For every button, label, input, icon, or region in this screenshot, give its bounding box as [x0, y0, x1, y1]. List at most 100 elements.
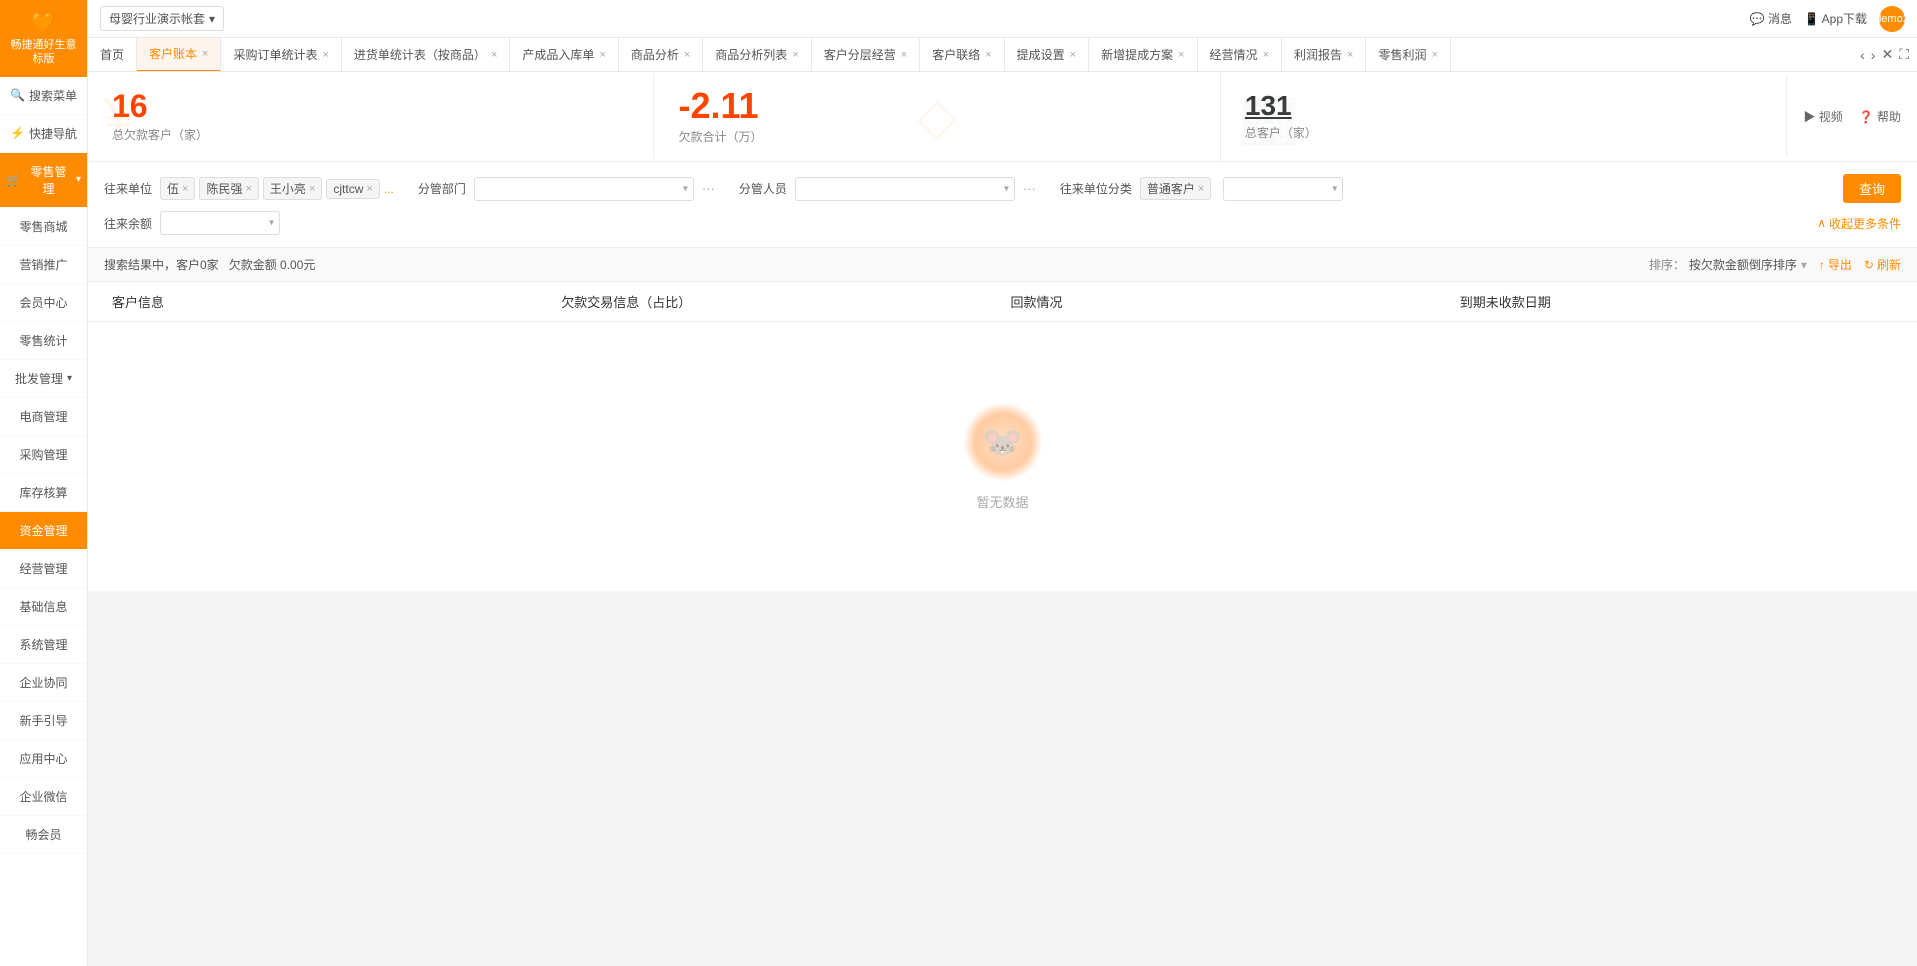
sidebar-item-marketing[interactable]: 营销推广	[0, 246, 87, 284]
category-select-wrap	[1223, 177, 1343, 201]
close-icon[interactable]: ×	[985, 49, 991, 61]
scroll-left-icon[interactable]: ‹	[1860, 47, 1865, 63]
close-icon[interactable]: ×	[202, 48, 208, 60]
remove-tag-wang[interactable]: ×	[309, 183, 315, 195]
sidebar-item-retail-stats[interactable]: 零售统计	[0, 322, 87, 360]
avatar[interactable]: demo2	[1879, 6, 1905, 32]
sort-value-button[interactable]: 按欠款金额倒序排序	[1689, 256, 1797, 273]
tab-customer-ledger[interactable]: 客户账本 ×	[137, 38, 221, 72]
sidebar-item-ecommerce[interactable]: 电商管理	[0, 398, 87, 436]
video-help-button[interactable]: ▶ 视频	[1803, 108, 1842, 125]
tab-profit-report[interactable]: 利润报告 ×	[1282, 38, 1366, 72]
tab-retail-profit[interactable]: 零售利润 ×	[1366, 38, 1450, 72]
dept-select[interactable]	[474, 177, 694, 201]
sidebar-item-wholesale[interactable]: 批发管理 ▾	[0, 360, 87, 398]
close-icon[interactable]: ×	[1070, 49, 1076, 61]
stat-value-amount: -2.11	[678, 88, 758, 124]
balance-select[interactable]	[160, 211, 280, 235]
close-icon[interactable]: ×	[684, 49, 690, 61]
sort-control: 排序： 按欠款金额倒序排序 ▾	[1649, 256, 1807, 273]
export-button[interactable]: ↑ 导出	[1819, 256, 1852, 273]
scroll-right-icon[interactable]: ›	[1871, 47, 1876, 63]
close-all-icon[interactable]: ✕	[1881, 46, 1893, 63]
remove-category-tag[interactable]: ×	[1198, 183, 1204, 195]
tab-purchase-stats[interactable]: 进货单统计表（按商品） ×	[342, 38, 510, 72]
sidebar-item-member2[interactable]: 畅会员	[0, 816, 87, 854]
sidebar-item-label: 库存核算	[19, 484, 67, 501]
tab-home[interactable]: 首页	[88, 38, 137, 72]
filter-row-1: 往来单位 伍 × 陈民强 × 王小亮 × cjttcw	[104, 174, 1901, 203]
sidebar-item-label: 会员中心	[19, 294, 67, 311]
sidebar-item-label: 搜索菜单	[29, 87, 77, 104]
tab-commission-add[interactable]: 新增提成方案 ×	[1089, 38, 1197, 72]
tab-label: 客户联络	[932, 46, 980, 63]
filter-tag-chen: 陈民强 ×	[199, 177, 258, 200]
message-button[interactable]: 💬 消息	[1750, 10, 1792, 27]
close-icon[interactable]: ×	[1431, 49, 1437, 61]
refresh-button[interactable]: ↻ 刷新	[1864, 256, 1901, 273]
tab-commission-setting[interactable]: 提成设置 ×	[1005, 38, 1089, 72]
close-icon[interactable]: ×	[599, 49, 605, 61]
remove-tag-chen[interactable]: ×	[245, 183, 251, 195]
person-select[interactable]	[795, 177, 1015, 201]
tab-label: 进货单统计表（按商品）	[354, 46, 486, 63]
remove-tag-wu[interactable]: ×	[182, 183, 188, 195]
tag-label: 伍	[167, 180, 179, 197]
sidebar-item-apps[interactable]: 应用中心	[0, 740, 87, 778]
tab-product-list[interactable]: 商品分析列表 ×	[703, 38, 811, 72]
empty-illustration: 🐭	[963, 402, 1043, 482]
sidebar-item-label: 企业协同	[19, 674, 67, 691]
more-tags-button[interactable]: ...	[384, 182, 394, 196]
close-icon[interactable]: ×	[322, 49, 328, 61]
sidebar-item-retail-mall[interactable]: 零售商城	[0, 208, 87, 246]
category-select[interactable]	[1223, 177, 1343, 201]
tab-business[interactable]: 经营情况 ×	[1198, 38, 1282, 72]
tab-product-analysis[interactable]: 商品分析 ×	[619, 38, 703, 72]
chevron-up-icon: ∧	[1817, 216, 1826, 230]
tag-label: 普通客户	[1147, 180, 1195, 197]
filter-tag-cj: cjttcw ×	[326, 179, 379, 199]
collapse-button[interactable]: ∧ 收起更多条件	[1817, 215, 1901, 232]
close-icon[interactable]: ×	[901, 49, 907, 61]
tab-customer-contact[interactable]: 客户联络 ×	[920, 38, 1004, 72]
close-icon[interactable]: ×	[792, 49, 798, 61]
close-icon[interactable]: ×	[1178, 49, 1184, 61]
tab-label: 利润报告	[1294, 46, 1342, 63]
sidebar-item-purchase[interactable]: 采购管理	[0, 436, 87, 474]
remove-tag-cj[interactable]: ×	[366, 183, 372, 195]
sidebar-item-search[interactable]: 🔍 搜索菜单	[0, 77, 87, 115]
tab-product-inbound[interactable]: 产成品入库单 ×	[510, 38, 618, 72]
sidebar-item-system[interactable]: 系统管理	[0, 626, 87, 664]
sidebar-item-inventory[interactable]: 库存核算	[0, 474, 87, 512]
query-button[interactable]: 查询	[1843, 174, 1901, 203]
sidebar-item-quick-nav[interactable]: ⚡ 快捷导航	[0, 115, 87, 153]
app-download-button[interactable]: 📱 App下载	[1804, 10, 1867, 27]
sidebar-item-label: 企业微信	[19, 788, 67, 805]
sidebar-item-retail[interactable]: 🛒 零售管理 ▾	[0, 153, 87, 208]
filter-tag-normal-customer: 普通客户 ×	[1140, 177, 1211, 200]
sidebar-item-finance[interactable]: 资金管理	[0, 512, 87, 550]
sidebar-item-enterprise[interactable]: 企业协同	[0, 664, 87, 702]
chevron-down-icon[interactable]: ▾	[1801, 258, 1807, 272]
fullscreen-icon[interactable]: ⛶	[1899, 46, 1909, 63]
dept-more-icon[interactable]: ···	[702, 181, 715, 196]
sidebar-item-wechat[interactable]: 企业微信	[0, 778, 87, 816]
sidebar-item-operation[interactable]: 经营管理	[0, 550, 87, 588]
account-selector[interactable]: 母婴行业演示帐套 ▾	[100, 6, 224, 31]
close-icon[interactable]: ×	[491, 49, 497, 61]
help-button[interactable]: ❓ 帮助	[1859, 108, 1901, 125]
person-more-icon[interactable]: ···	[1023, 181, 1036, 196]
close-icon[interactable]: ×	[1263, 49, 1269, 61]
tab-label: 经营情况	[1210, 46, 1258, 63]
close-icon[interactable]: ×	[1347, 49, 1353, 61]
col-transaction-info: 欠款交易信息（占比）	[553, 292, 1002, 311]
sidebar-item-guide[interactable]: 新手引导	[0, 702, 87, 740]
topbar: 母婴行业演示帐套 ▾ 💬 消息 📱 App下载 demo2	[88, 0, 1917, 38]
sidebar-item-basic-info[interactable]: 基础信息	[0, 588, 87, 626]
sidebar-item-label: 零售统计	[19, 332, 67, 349]
balance-select-wrap	[160, 211, 280, 235]
sidebar-item-label: 系统管理	[19, 636, 67, 653]
sidebar-item-member[interactable]: 会员中心	[0, 284, 87, 322]
tab-purchase-order[interactable]: 采购订单统计表 ×	[221, 38, 341, 72]
tab-customer-tier[interactable]: 客户分层经营 ×	[812, 38, 920, 72]
